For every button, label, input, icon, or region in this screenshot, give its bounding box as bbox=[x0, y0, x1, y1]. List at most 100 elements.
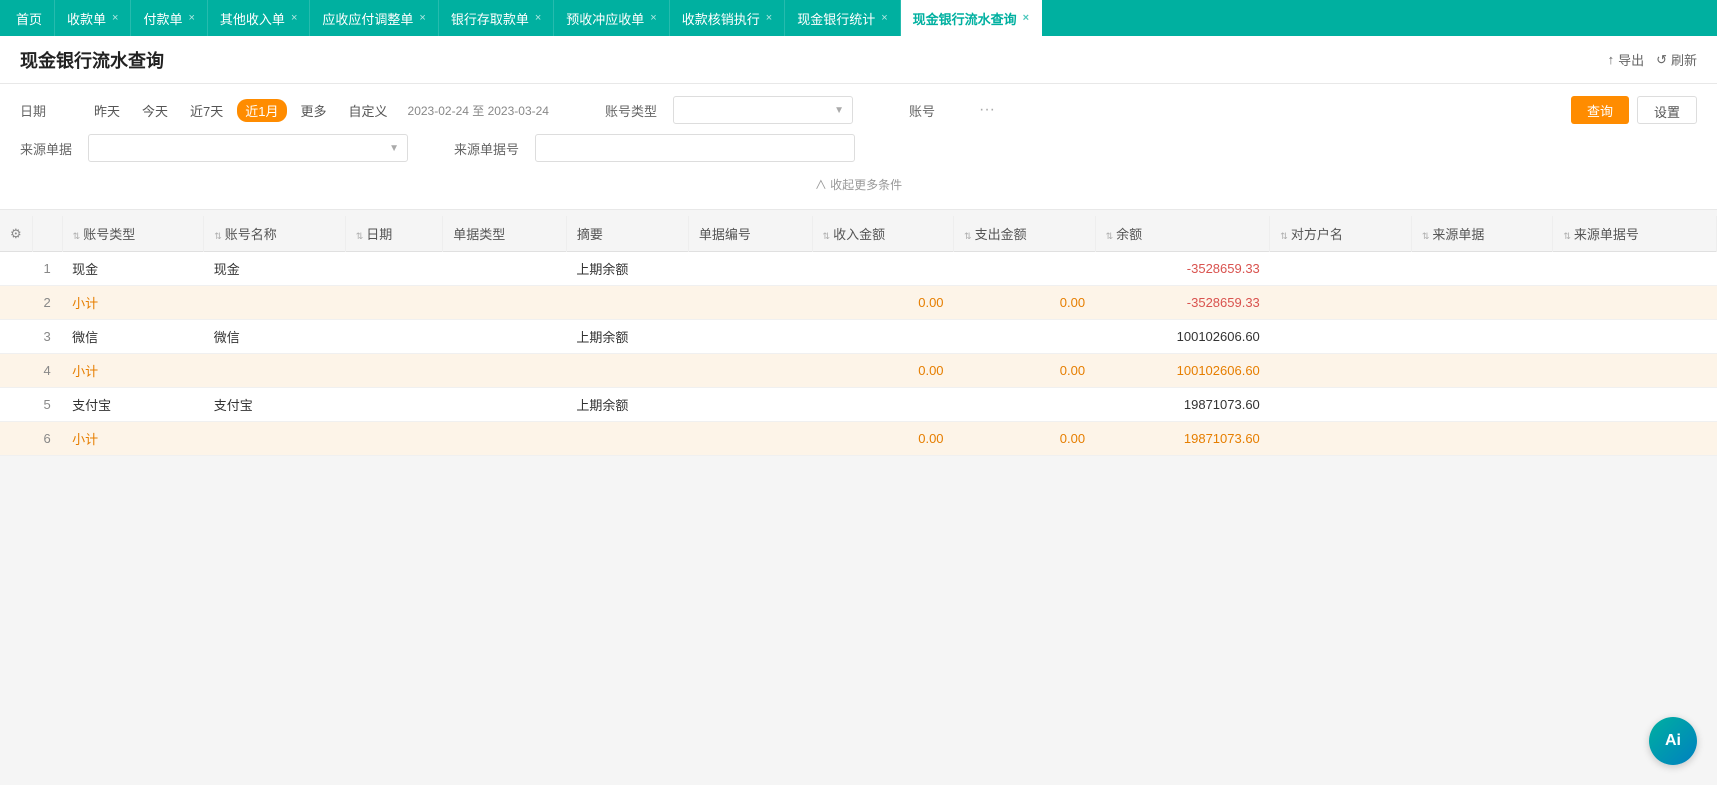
row-doc-num bbox=[688, 286, 812, 320]
row-income bbox=[812, 388, 954, 422]
row-summary bbox=[566, 354, 688, 388]
row-doc-type bbox=[443, 388, 567, 422]
row-doc-num bbox=[688, 422, 812, 456]
table-row[interactable]: 3 微信 微信 上期余额 100102606.60 bbox=[0, 320, 1717, 354]
nav-home[interactable]: 首页 bbox=[4, 0, 55, 36]
source-doc-select[interactable]: ▼ bbox=[88, 134, 408, 162]
table-area: ⚙ ⇅账号类型 ⇅账号名称 ⇅日期 单据类型 摘要 单据编号 ⇅收入金额 ⇅支出… bbox=[0, 216, 1717, 456]
row-account-name: 支付宝 bbox=[204, 388, 346, 422]
settings-button[interactable]: 设置 bbox=[1637, 96, 1697, 124]
row-source-doc bbox=[1411, 286, 1553, 320]
row-income: 0.00 bbox=[812, 354, 954, 388]
nav-payment[interactable]: 付款单 × bbox=[131, 0, 207, 36]
account-more-icon[interactable]: ··· bbox=[975, 101, 999, 119]
row-account-type: 支付宝 bbox=[62, 388, 204, 422]
close-bank-deposit-icon[interactable]: × bbox=[535, 12, 541, 24]
date-option-yesterday[interactable]: 昨天 bbox=[86, 99, 128, 122]
close-cash-stats-icon[interactable]: × bbox=[881, 12, 887, 24]
row-source-doc-num bbox=[1553, 286, 1717, 320]
date-option-custom[interactable]: 自定义 bbox=[341, 99, 396, 122]
row-settings-cell bbox=[0, 320, 32, 354]
col-doc-num[interactable]: 单据编号 bbox=[688, 216, 812, 252]
col-date[interactable]: ⇅日期 bbox=[345, 216, 442, 252]
row-source-doc-num bbox=[1553, 422, 1717, 456]
col-balance[interactable]: ⇅余额 bbox=[1095, 216, 1270, 252]
source-doc-num-input[interactable] bbox=[535, 134, 855, 162]
row-balance: 100102606.60 bbox=[1095, 320, 1270, 354]
col-summary[interactable]: 摘要 bbox=[566, 216, 688, 252]
nav-advance[interactable]: 预收冲应收单 × bbox=[554, 0, 669, 36]
row-summary: 上期余额 bbox=[566, 388, 688, 422]
row-settings-cell bbox=[0, 252, 32, 286]
row-balance: 19871073.60 bbox=[1095, 388, 1270, 422]
row-counterparty bbox=[1270, 388, 1412, 422]
row-counterparty bbox=[1270, 422, 1412, 456]
col-income[interactable]: ⇅收入金额 bbox=[812, 216, 954, 252]
col-source-doc-num[interactable]: ⇅来源单据号 bbox=[1553, 216, 1717, 252]
table-row[interactable]: 1 现金 现金 上期余额 -3528659.33 bbox=[0, 252, 1717, 286]
table-row[interactable]: 6 小计 0.00 0.00 19871073.60 bbox=[0, 422, 1717, 456]
row-summary bbox=[566, 422, 688, 456]
close-other-income-icon[interactable]: × bbox=[291, 12, 297, 24]
row-source-doc-num bbox=[1553, 252, 1717, 286]
row-expense bbox=[954, 252, 1096, 286]
col-settings[interactable]: ⚙ bbox=[0, 216, 32, 252]
row-doc-num bbox=[688, 252, 812, 286]
nav-receipt[interactable]: 收款单 × bbox=[55, 0, 131, 36]
nav-adjustment[interactable]: 应收应付调整单 × bbox=[310, 0, 438, 36]
account-label: 账号 bbox=[909, 101, 959, 120]
refresh-icon: ↺ bbox=[1656, 52, 1667, 68]
col-doc-type[interactable]: 单据类型 bbox=[443, 216, 567, 252]
nav-bank-deposit[interactable]: 银行存取款单 × bbox=[439, 0, 554, 36]
col-account-name[interactable]: ⇅账号名称 bbox=[204, 216, 346, 252]
row-doc-num bbox=[688, 354, 812, 388]
account-type-select[interactable]: ▼ bbox=[673, 96, 853, 124]
row-balance: -3528659.33 bbox=[1095, 286, 1270, 320]
nav-cash-stats[interactable]: 现金银行统计 × bbox=[785, 0, 900, 36]
col-source-doc[interactable]: ⇅来源单据 bbox=[1411, 216, 1553, 252]
ai-badge[interactable]: Ai bbox=[1649, 717, 1697, 765]
row-counterparty bbox=[1270, 252, 1412, 286]
nav-other-income[interactable]: 其他收入单 × bbox=[208, 0, 310, 36]
row-account-name bbox=[204, 422, 346, 456]
nav-cash-flow[interactable]: 现金银行流水查询 × bbox=[901, 0, 1042, 36]
filter-row-2: 来源单据 ▼ 来源单据号 bbox=[20, 134, 1697, 162]
table-row[interactable]: 2 小计 0.00 0.00 -3528659.33 bbox=[0, 286, 1717, 320]
row-counterparty bbox=[1270, 354, 1412, 388]
filter-area: 日期 昨天 今天 近7天 近1月 更多 自定义 2023-02-24 至 202… bbox=[0, 84, 1717, 210]
col-counterparty[interactable]: ⇅对方户名 bbox=[1270, 216, 1412, 252]
col-account-type[interactable]: ⇅账号类型 bbox=[62, 216, 204, 252]
row-source-doc-num bbox=[1553, 354, 1717, 388]
row-income: 0.00 bbox=[812, 286, 954, 320]
close-receipt-icon[interactable]: × bbox=[112, 12, 118, 24]
row-balance: -3528659.33 bbox=[1095, 252, 1270, 286]
row-date bbox=[345, 388, 442, 422]
close-reconcile-icon[interactable]: × bbox=[766, 12, 772, 24]
table-body: 1 现金 现金 上期余额 -3528659.33 2 小计 0.00 0.00 … bbox=[0, 252, 1717, 456]
row-doc-type bbox=[443, 422, 567, 456]
date-option-7days[interactable]: 近7天 bbox=[182, 99, 231, 122]
close-cash-flow-icon[interactable]: × bbox=[1023, 12, 1029, 24]
row-doc-type bbox=[443, 354, 567, 388]
close-payment-icon[interactable]: × bbox=[188, 12, 194, 24]
refresh-button[interactable]: ↺ 刷新 bbox=[1656, 50, 1697, 69]
top-navigation: 首页 收款单 × 付款单 × 其他收入单 × 应收应付调整单 × 银行存取款单 … bbox=[0, 0, 1717, 36]
collapse-bar[interactable]: ∧ 收起更多条件 bbox=[20, 172, 1697, 197]
row-account-name: 微信 bbox=[204, 320, 346, 354]
row-doc-num bbox=[688, 388, 812, 422]
date-option-today[interactable]: 今天 bbox=[134, 99, 176, 122]
query-button[interactable]: 查询 bbox=[1571, 96, 1629, 124]
row-source-doc bbox=[1411, 252, 1553, 286]
date-option-1month[interactable]: 近1月 bbox=[237, 99, 286, 122]
close-adjustment-icon[interactable]: × bbox=[419, 12, 425, 24]
row-expense bbox=[954, 320, 1096, 354]
table-row[interactable]: 5 支付宝 支付宝 上期余额 19871073.60 bbox=[0, 388, 1717, 422]
table-row[interactable]: 4 小计 0.00 0.00 100102606.60 bbox=[0, 354, 1717, 388]
row-balance: 100102606.60 bbox=[1095, 354, 1270, 388]
nav-reconcile[interactable]: 收款核销执行 × bbox=[670, 0, 785, 36]
close-advance-icon[interactable]: × bbox=[650, 12, 656, 24]
date-option-more[interactable]: 更多 bbox=[293, 99, 335, 122]
col-expense[interactable]: ⇅支出金额 bbox=[954, 216, 1096, 252]
row-date bbox=[345, 354, 442, 388]
export-button[interactable]: ↑ 导出 bbox=[1608, 50, 1645, 69]
